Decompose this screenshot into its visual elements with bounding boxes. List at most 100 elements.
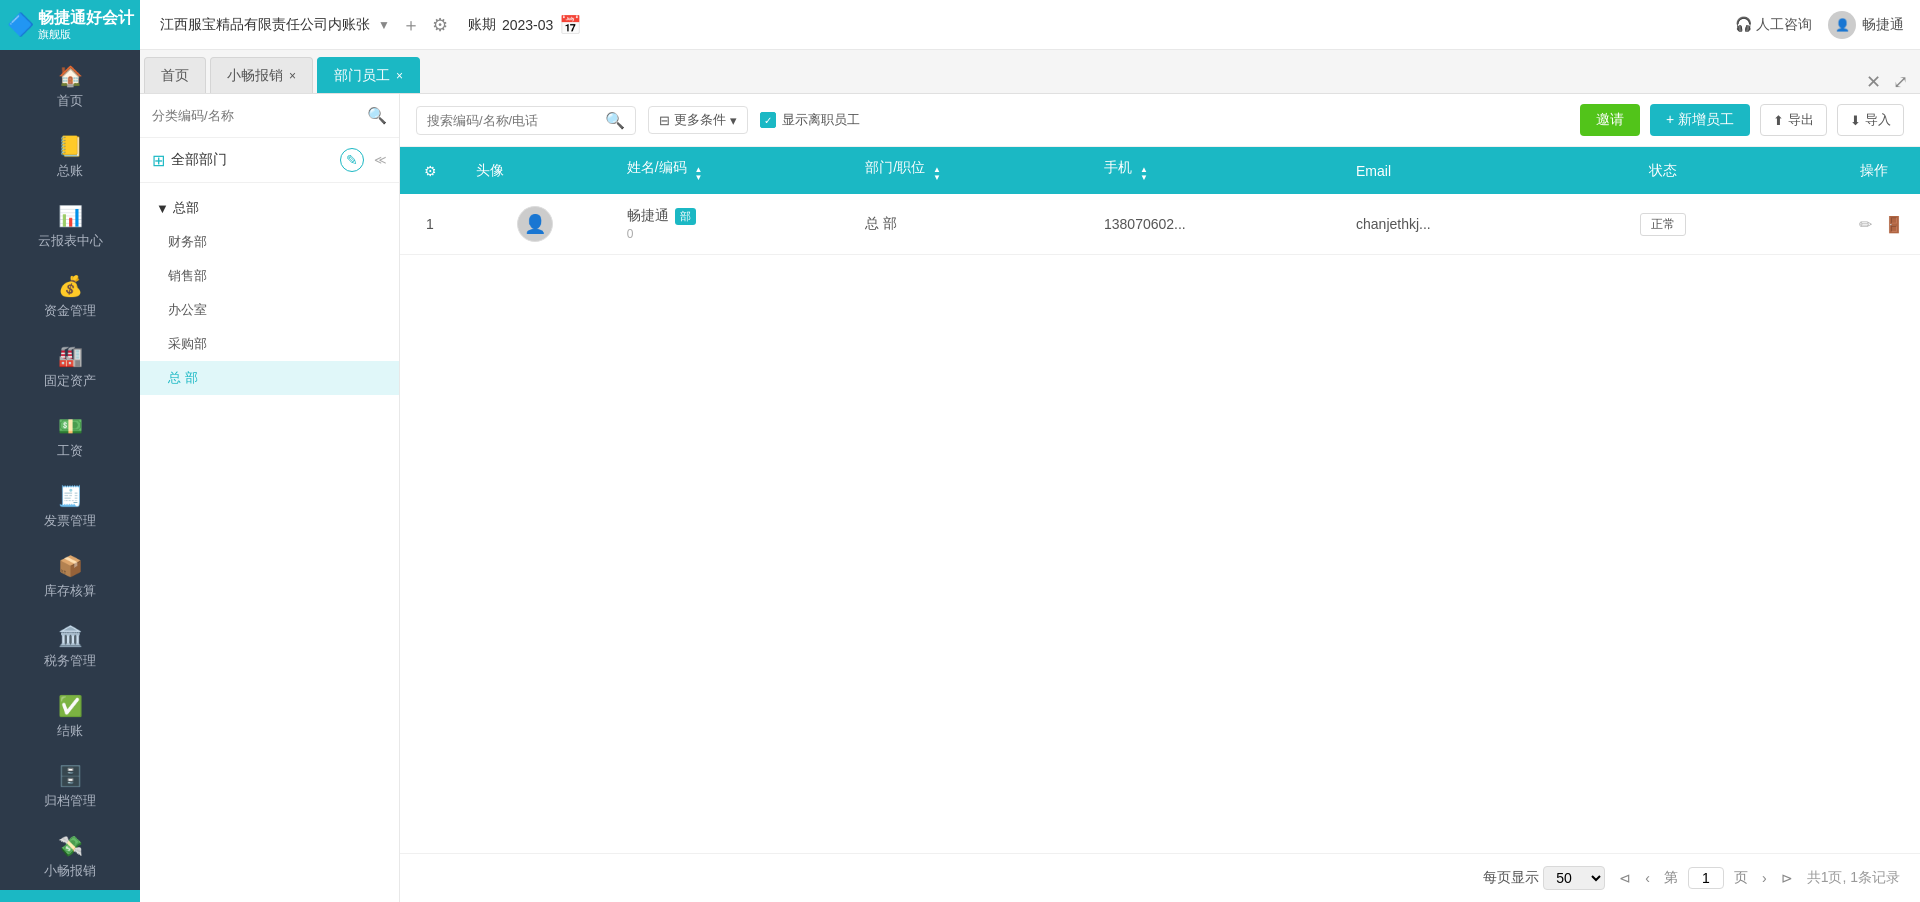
calendar-icon[interactable]: 📅 — [559, 14, 581, 36]
support-label[interactable]: 🎧 人工咨询 — [1735, 16, 1812, 34]
add-dept-button[interactable]: ✎ — [340, 148, 364, 172]
page-next-button[interactable]: › — [1758, 868, 1771, 888]
page-total: 共1页, 1条记录 — [1807, 869, 1900, 887]
tab-department-close[interactable]: × — [396, 69, 403, 83]
sort-phone-icon: ▲▼ — [1140, 166, 1148, 182]
row-actions: ✏ 🚪 — [1749, 194, 1920, 255]
company-name: 江西服宝精品有限责任公司内账张 — [160, 16, 370, 34]
page-last-button[interactable]: ⊳ — [1777, 868, 1797, 888]
sidebar-item-settings[interactable]: ⚙️ 基础设置 — [0, 890, 140, 902]
filter-icon: ⊟ — [659, 113, 670, 128]
sidebar-item-reports[interactable]: 📊 云报表中心 — [0, 190, 140, 260]
archive-icon: 🗄️ — [58, 764, 83, 788]
employee-dept-tag: 部 — [675, 208, 696, 225]
home-icon: 🏠 — [58, 64, 83, 88]
collapse-panel-button[interactable]: ≪ — [374, 153, 387, 167]
logout-icon[interactable]: 🚪 — [1884, 215, 1904, 234]
sidebar-item-inventory[interactable]: 📦 库存核算 — [0, 540, 140, 610]
page-first-button[interactable]: ⊲ — [1615, 868, 1635, 888]
sidebar-label-tax: 税务管理 — [44, 652, 96, 670]
dept-node-office[interactable]: 办公室 — [140, 293, 399, 327]
page-label: 第 — [1660, 867, 1682, 889]
employee-search-icon[interactable]: 🔍 — [605, 111, 625, 130]
show-resigned-checkbox[interactable]: ✓ — [760, 112, 776, 128]
ledger-icon: 📒 — [58, 134, 83, 158]
sidebar-item-assets[interactable]: 🏭 固定资产 — [0, 330, 140, 400]
sidebar-label-archive: 归档管理 — [44, 792, 96, 810]
sidebar-item-funds[interactable]: 💰 资金管理 — [0, 260, 140, 330]
sidebar-item-closeout[interactable]: ✅ 结账 — [0, 680, 140, 750]
add-employee-button[interactable]: + 新增员工 — [1650, 104, 1750, 136]
show-resigned-toggle[interactable]: ✓ 显示离职员工 — [760, 111, 860, 129]
edit-icon[interactable]: ✏ — [1859, 215, 1872, 234]
tab-department[interactable]: 部门员工 × — [317, 57, 420, 93]
employee-table-container: ⚙ 头像 姓名/编码 ▲▼ 部门/职位 ▲▼ — [400, 147, 1920, 853]
page-navigation: ⊲ ‹ 第 页 › ⊳ — [1615, 867, 1796, 889]
row-email: chanjethkj... — [1340, 194, 1576, 255]
invite-button[interactable]: 邀请 — [1580, 104, 1640, 136]
tab-department-label: 部门员工 — [334, 67, 390, 85]
col-status: 状态 — [1577, 147, 1750, 194]
employee-search-input[interactable] — [427, 113, 599, 128]
table-header-row: ⚙ 头像 姓名/编码 ▲▼ 部门/职位 ▲▼ — [400, 147, 1920, 194]
logo-sub: 旗舰版 — [38, 28, 134, 41]
row-avatar: 👤 — [460, 194, 611, 255]
table-row: 1 👤 畅捷通 — [400, 194, 1920, 255]
tab-home[interactable]: 首页 — [144, 57, 206, 93]
invoice-icon: 🧾 — [58, 484, 83, 508]
logo-text: 畅捷通好会计 — [38, 8, 134, 27]
sidebar: 🏠 首页 📒 总账 📊 云报表中心 💰 资金管理 🏭 固定资产 💵 工资 🧾 发… — [0, 50, 140, 902]
sidebar-item-archive[interactable]: 🗄️ 归档管理 — [0, 750, 140, 820]
tab-expand-icon[interactable]: ⤢ — [1893, 71, 1908, 93]
page-size-label: 每页显示 — [1483, 869, 1539, 887]
page-size-selector: 每页显示 10 20 50 100 — [1483, 866, 1605, 890]
sidebar-item-tax[interactable]: 🏛️ 税务管理 — [0, 610, 140, 680]
import-button[interactable]: ⬇ 导入 — [1837, 104, 1904, 136]
user-name: 畅捷通 — [1862, 16, 1904, 34]
add-button[interactable]: ＋ — [402, 13, 420, 37]
dept-node-sales[interactable]: 销售部 — [140, 259, 399, 293]
tab-expense[interactable]: 小畅报销 × — [210, 57, 313, 93]
sidebar-item-invoice[interactable]: 🧾 发票管理 — [0, 470, 140, 540]
col-dept-position[interactable]: 部门/职位 ▲▼ — [849, 147, 1088, 194]
department-panel: 🔍 ⊞ 全部部门 ✎ ≪ ▼ 总部 财务部 — [140, 94, 400, 902]
sidebar-label-closeout: 结账 — [57, 722, 83, 740]
sidebar-item-expense[interactable]: 💸 小畅报销 — [0, 820, 140, 890]
sidebar-item-salary[interactable]: 💵 工资 — [0, 400, 140, 470]
dept-node-headquarters[interactable]: ▼ 总部 — [140, 191, 399, 225]
page-size-select[interactable]: 10 20 50 100 — [1543, 866, 1605, 890]
sidebar-label-funds: 资金管理 — [44, 302, 96, 320]
dept-search-input[interactable] — [152, 108, 361, 123]
sidebar-label-invoice: 发票管理 — [44, 512, 96, 530]
more-filter-button[interactable]: ⊟ 更多条件 ▾ — [648, 106, 748, 134]
sidebar-label-reports: 云报表中心 — [38, 232, 103, 250]
dept-node-procurement[interactable]: 采购部 — [140, 327, 399, 361]
tax-icon: 🏛️ — [58, 624, 83, 648]
dept-tree: ▼ 总部 财务部 销售部 办公室 采购部 — [140, 183, 399, 902]
settings-button[interactable]: ⚙ — [432, 14, 448, 36]
period-value: 2023-03 — [502, 17, 553, 33]
page-input[interactable] — [1688, 867, 1724, 889]
col-phone[interactable]: 手机 ▲▼ — [1088, 147, 1340, 194]
closeout-icon: ✅ — [58, 694, 83, 718]
tabs-bar: 首页 小畅报销 × 部门员工 × ✕ ⤢ — [140, 50, 1920, 94]
company-selector[interactable]: 江西服宝精品有限责任公司内账张 ▼ — [160, 16, 390, 34]
row-phone: 138070602... — [1088, 194, 1340, 255]
tab-expense-close[interactable]: × — [289, 69, 296, 83]
tab-close-icon[interactable]: ✕ — [1866, 71, 1881, 93]
col-name-code[interactable]: 姓名/编码 ▲▼ — [611, 147, 850, 194]
employee-toolbar: 🔍 ⊟ 更多条件 ▾ ✓ 显示离职员工 邀请 + 新增员工 — [400, 94, 1920, 147]
row-dept: 总 部 — [849, 194, 1088, 255]
sidebar-item-home[interactable]: 🏠 首页 — [0, 50, 140, 120]
export-button[interactable]: ⬆ 导出 — [1760, 104, 1827, 136]
dept-node-general[interactable]: 总 部 — [140, 361, 399, 395]
show-resigned-label: 显示离职员工 — [782, 111, 860, 129]
dept-node-finance[interactable]: 财务部 — [140, 225, 399, 259]
dept-search-icon[interactable]: 🔍 — [367, 106, 387, 125]
import-label: 导入 — [1865, 111, 1891, 129]
sidebar-item-ledger[interactable]: 📒 总账 — [0, 120, 140, 190]
page-prev-button[interactable]: ‹ — [1641, 868, 1654, 888]
col-settings[interactable]: ⚙ — [400, 147, 460, 194]
all-dept-label: 全部部门 — [171, 151, 227, 169]
export-label: 导出 — [1788, 111, 1814, 129]
